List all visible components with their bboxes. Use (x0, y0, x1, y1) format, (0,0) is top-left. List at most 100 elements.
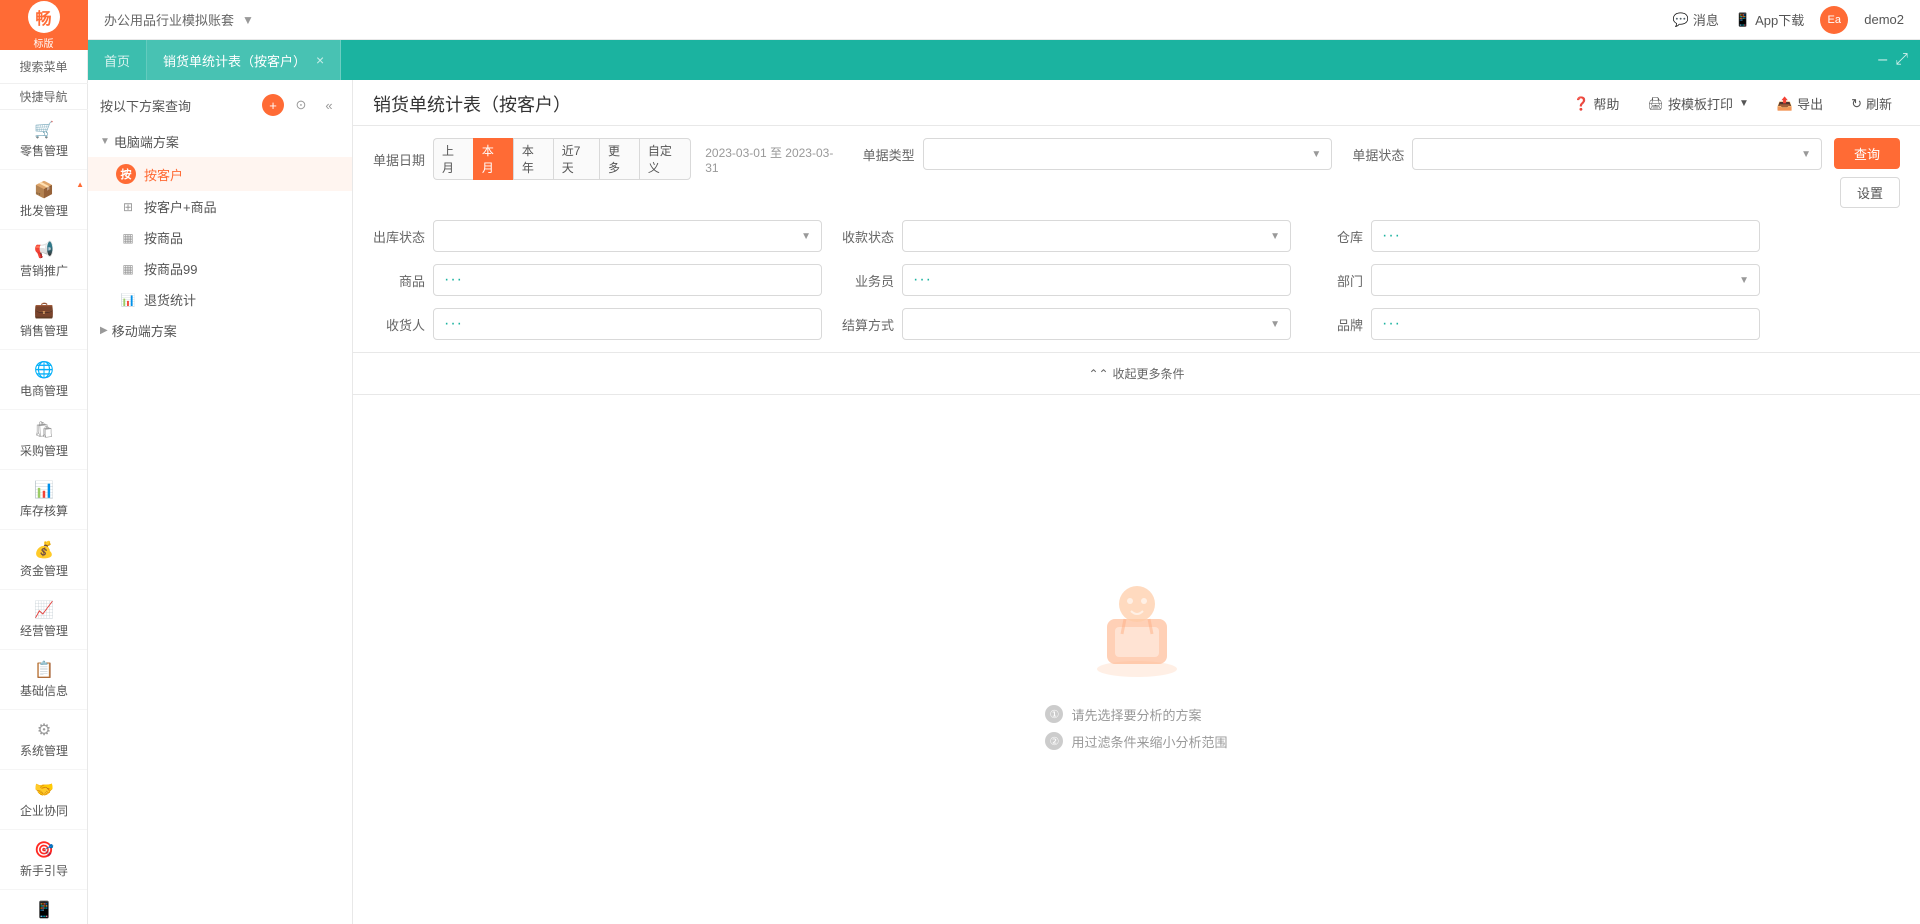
chart-icon: 📊 (120, 292, 136, 308)
scheme-by-goods[interactable]: ▦ 按商品 (88, 222, 352, 253)
sidebar-item-basic[interactable]: 📋 基础信息 (0, 650, 87, 710)
doc-status-label: 单据状态 (1352, 145, 1404, 164)
sidebar-item-operation[interactable]: 📈 经营管理 (0, 590, 87, 650)
operation-label: 经营管理 (0, 622, 87, 639)
sidebar-item-system[interactable]: ⚙ 系统管理 (0, 710, 87, 770)
tab-minimize-btn[interactable]: – (1878, 51, 1887, 69)
tab-sales-stat[interactable]: 销货单统计表（按客户） × (147, 40, 341, 80)
newbie-icon: 🎯 (0, 840, 87, 860)
date-filter-label: 单据日期 (373, 150, 425, 169)
collapse-btn[interactable]: ⌃⌃ 收起更多条件 (1076, 361, 1196, 386)
settlement-label: 结算方式 (842, 315, 894, 334)
tab-actions: – ⤢ (1878, 51, 1920, 69)
goods-label: 商品 (373, 271, 425, 290)
app-download-btn[interactable]: 📱 App下载 (1735, 10, 1804, 29)
table-icon: ▦ (120, 230, 136, 246)
left-panel-actions: + ⊙ « (262, 94, 340, 116)
department-input[interactable]: ▼ (1371, 264, 1760, 296)
sidebar-item-marketing[interactable]: 📢 营销推广 (0, 230, 87, 290)
brand-input[interactable]: ··· (1371, 308, 1760, 340)
doc-status-arrow: ▼ (1801, 149, 1811, 160)
tab-close-btn[interactable]: × (316, 52, 324, 68)
grid-icon: ⊞ (120, 199, 136, 215)
sidebar-logo[interactable]: 畅 标版 (0, 0, 88, 50)
sidebar-item-enterprise[interactable]: 🤝 企业协同 (0, 770, 87, 830)
out-status-input[interactable]: ▼ (433, 220, 822, 252)
mobile-group-header[interactable]: ▶ 移动端方案 (88, 315, 352, 346)
sidebar-search-menu[interactable]: 搜索菜单 (0, 50, 88, 84)
scheme-return-stats-label: 退货统计 (144, 290, 196, 309)
search-menu-label: 搜索菜单 (19, 60, 67, 74)
empty-tip-1: ① 请先选择要分析的方案 (1045, 705, 1227, 724)
edit-scheme-btn[interactable]: ⊙ (290, 94, 312, 116)
action-btns: 查询 设置 (1822, 138, 1900, 208)
sidebar-item-retail[interactable]: 🛒 零售管理 (0, 110, 87, 170)
help-btn[interactable]: ❓ 帮助 (1565, 90, 1627, 117)
scheme-by-goods-99[interactable]: ▦ 按商品99 (88, 253, 352, 284)
sidebar-item-sales[interactable]: 💼 销售管理 (0, 290, 87, 350)
tip-num-2: ② (1045, 732, 1063, 750)
collapse-label: 收起更多条件 (1113, 365, 1185, 382)
print-dropdown-arrow[interactable]: ▼ (1739, 98, 1749, 109)
query-button[interactable]: 查询 (1834, 138, 1900, 169)
tab-more[interactable]: 更多 (599, 138, 639, 180)
collapse-panel-btn[interactable]: « (318, 94, 340, 116)
warehouse-input[interactable]: ··· (1371, 220, 1760, 252)
consignee-input[interactable]: ··· (433, 308, 822, 340)
settlement-input[interactable]: ▼ (902, 308, 1291, 340)
user-name[interactable]: demo2 (1864, 12, 1904, 27)
tab-last-7-days[interactable]: 近7天 (553, 138, 599, 180)
sidebar-item-wholesale[interactable]: 📦 批发管理 ▲ (0, 170, 87, 230)
tab-custom[interactable]: 自定义 (639, 138, 691, 180)
tab-home[interactable]: 首页 (88, 40, 147, 80)
sidebar-item-finance[interactable]: 💰 资金管理 (0, 530, 87, 590)
sidebar-quick-nav[interactable]: 快捷导航 (0, 84, 88, 110)
desktop-group-arrow: ▼ (100, 136, 110, 147)
finance-icon: 💰 (0, 540, 87, 560)
tab-home-label: 首页 (104, 51, 130, 70)
export-btn[interactable]: 📤 导出 (1769, 90, 1831, 117)
goods-ellipsis: ··· (444, 271, 463, 289)
purchase-icon: 🛍 (0, 420, 87, 440)
app-icon: 📱 (1735, 12, 1751, 28)
receipt-status-input[interactable]: ▼ (902, 220, 1291, 252)
add-scheme-btn[interactable]: + (262, 94, 284, 116)
retail-label: 零售管理 (0, 142, 87, 159)
print-icon: 🖨 (1647, 96, 1664, 112)
brand-ellipsis: ··· (1382, 315, 1401, 333)
doc-type-input[interactable]: ▼ (923, 138, 1333, 170)
scheme-return-stats[interactable]: 📊 退货统计 (88, 284, 352, 315)
message-btn[interactable]: 💬 消息 (1673, 10, 1719, 29)
finance-label: 资金管理 (0, 562, 87, 579)
collapse-row: ⌃⌃ 收起更多条件 (353, 353, 1920, 395)
help-label: 帮助 (1593, 94, 1619, 113)
basic-icon: 📋 (0, 660, 87, 680)
doc-status-input[interactable]: ▼ (1412, 138, 1822, 170)
print-btn[interactable]: 🖨 按模板打印 ▼ (1639, 90, 1756, 117)
tab-this-month[interactable]: 本月 (473, 138, 513, 180)
sales-label: 销售管理 (0, 322, 87, 339)
goods-input[interactable]: ··· (433, 264, 822, 296)
set-button[interactable]: 设置 (1840, 177, 1900, 208)
sidebar-item-appstore[interactable]: 📱 应用中心 (0, 890, 87, 924)
tip-num-1: ① (1045, 705, 1063, 723)
consignee-label: 收货人 (373, 315, 425, 334)
scheme-by-customer[interactable]: 按 按客户 (88, 157, 352, 191)
user-avatar[interactable]: Ea (1820, 6, 1848, 34)
sidebar-item-inventory[interactable]: 📊 库存核算 (0, 470, 87, 530)
sidebar-item-ecommerce[interactable]: 🌐 电商管理 (0, 350, 87, 410)
salesperson-input[interactable]: ··· (902, 264, 1291, 296)
sidebar-item-purchase[interactable]: 🛍 采购管理 (0, 410, 87, 470)
tab-this-year[interactable]: 本年 (513, 138, 553, 180)
desktop-group-header[interactable]: ▼ 电脑端方案 (88, 126, 352, 157)
scheme-by-customer-goods[interactable]: ⊞ 按客户+商品 (88, 191, 352, 222)
tab-maximize-btn[interactable]: ⤢ (1895, 51, 1908, 69)
left-panel-title: 按以下方案查询 (100, 96, 191, 115)
tip-text-2: 用过滤条件来缩小分析范围 (1071, 732, 1227, 751)
refresh-btn[interactable]: ↻ 刷新 (1843, 90, 1900, 117)
tab-last-month[interactable]: 上月 (433, 138, 473, 180)
collapse-up-icon: ⌃⌃ (1088, 367, 1108, 381)
scheme-tree: ▼ 电脑端方案 按 按客户 ⊞ 按客户+商品 ▦ 按商品 (88, 122, 352, 916)
sidebar-item-newbie[interactable]: 🎯 新手引导 (0, 830, 87, 890)
breadcrumb-dropdown[interactable]: ▼ (242, 13, 254, 27)
